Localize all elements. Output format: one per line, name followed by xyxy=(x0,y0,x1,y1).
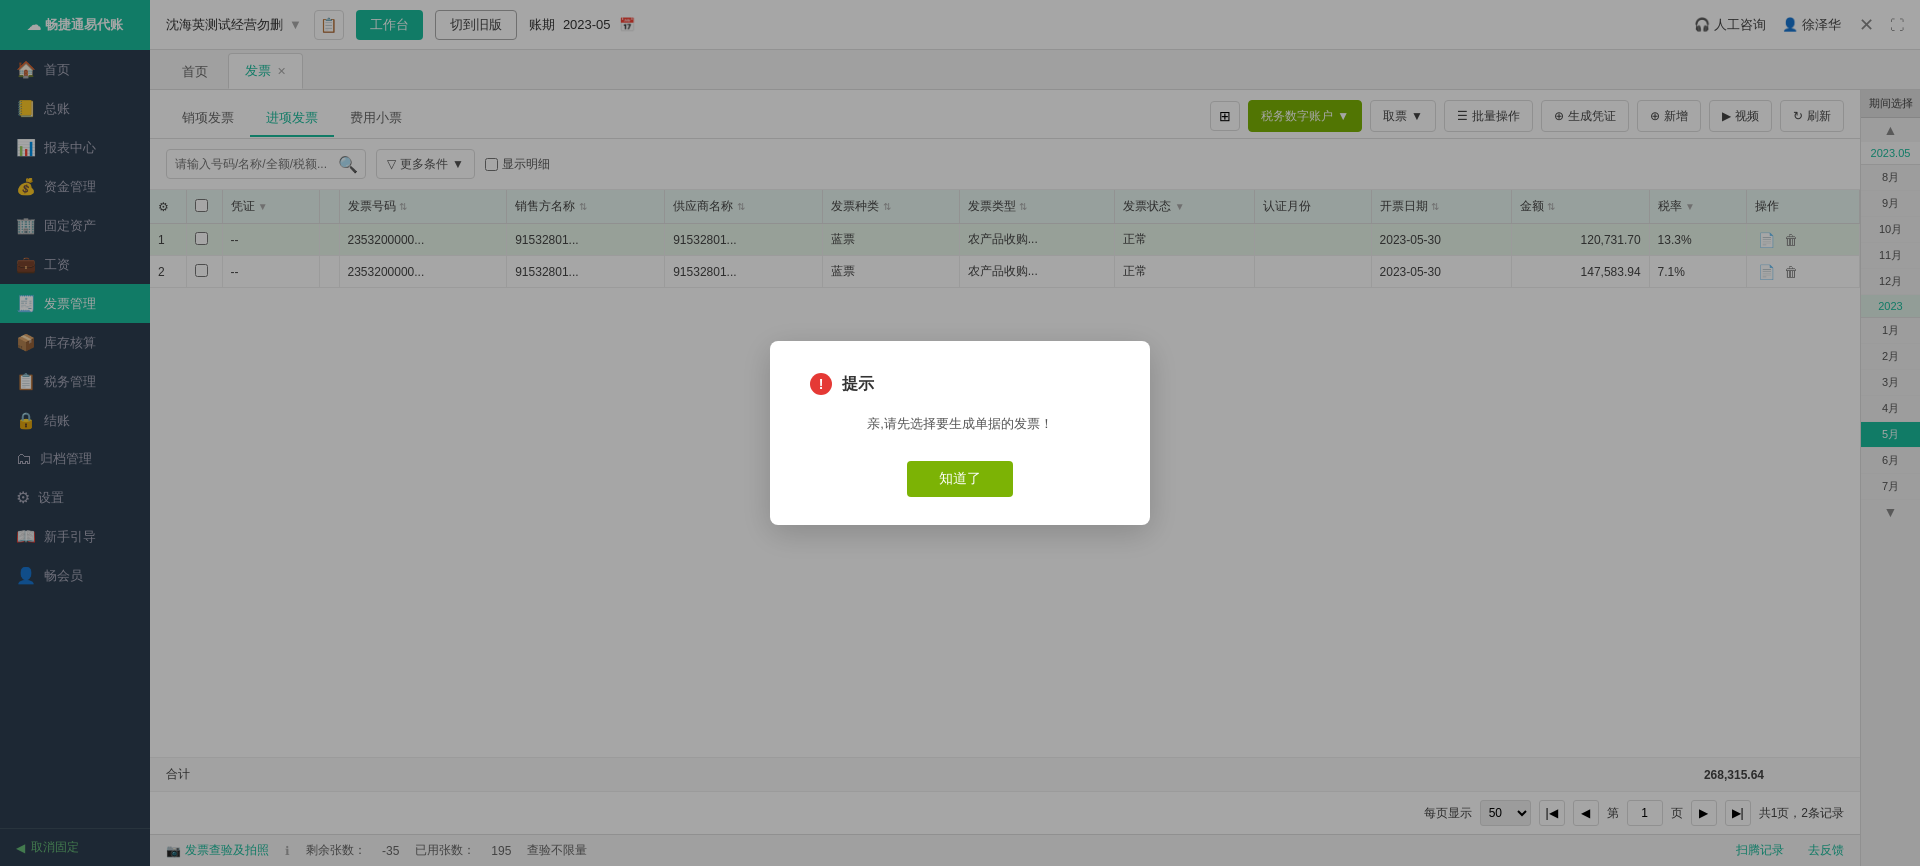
exclamation-icon: ! xyxy=(819,376,824,392)
alert-icon: ! xyxy=(810,373,832,395)
alert-dialog: ! 提示 亲,请先选择要生成单据的发票！ 知道了 xyxy=(770,341,1150,525)
dialog-title: 提示 xyxy=(842,374,874,395)
dialog-header: ! 提示 xyxy=(810,373,1110,395)
dialog-confirm-button[interactable]: 知道了 xyxy=(907,461,1013,497)
dialog-message: 亲,请先选择要生成单据的发票！ xyxy=(810,415,1110,433)
dialog-overlay[interactable]: ! 提示 亲,请先选择要生成单据的发票！ 知道了 xyxy=(0,0,1920,866)
